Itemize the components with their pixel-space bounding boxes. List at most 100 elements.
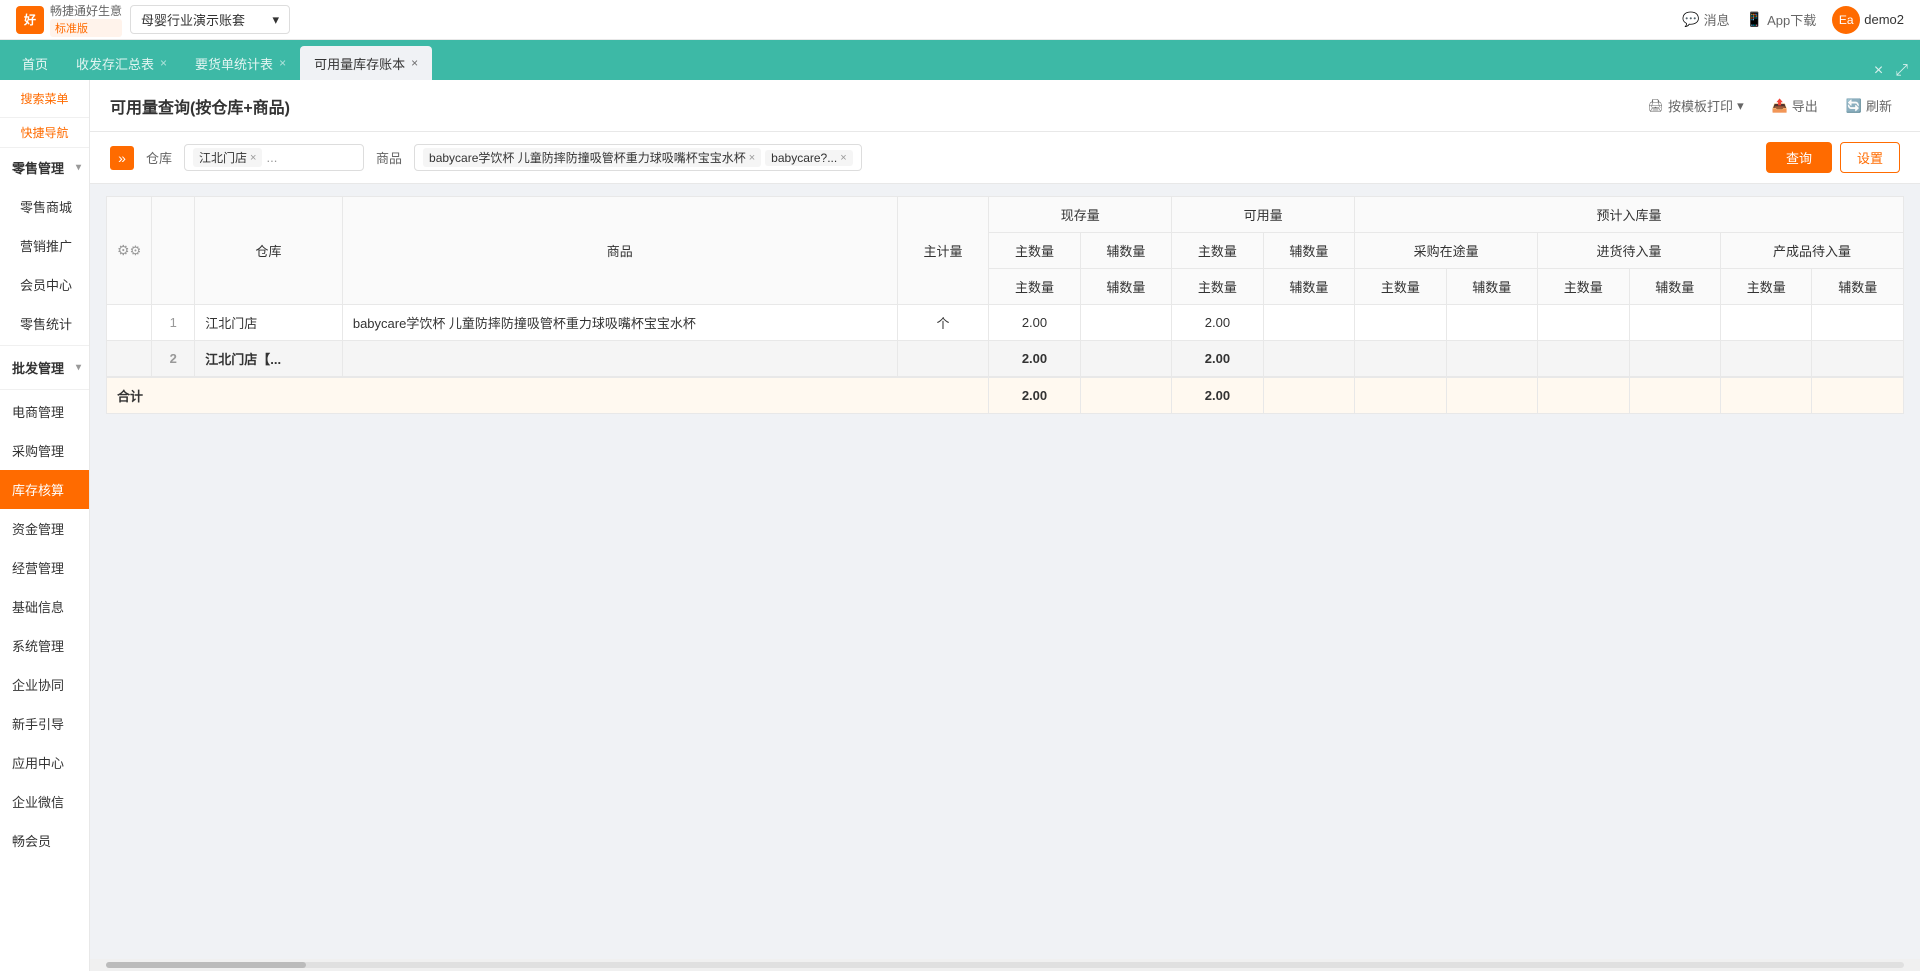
cell-pra-main-2 <box>1720 341 1811 378</box>
sidebar-item-finance[interactable]: 资金管理 <box>0 509 89 548</box>
export-btn[interactable]: 导出 <box>1764 92 1826 119</box>
close-all-tabs[interactable]: × <box>1866 62 1891 80</box>
product-tag-2-close[interactable]: × <box>840 152 846 164</box>
chevron-down-icon <box>1737 98 1744 114</box>
tab-available-stock-close[interactable]: × <box>411 56 418 70</box>
warehouse-tag-value: 江北门店 <box>199 149 247 166</box>
th-planned-inbound: 预计入库量 <box>1355 197 1904 233</box>
cell-pa-aux <box>1629 305 1720 341</box>
sidebar-item-app-center[interactable]: 应用中心 <box>0 743 89 782</box>
sidebar-item-purchase[interactable]: 采购管理 <box>0 431 89 470</box>
sidebar-search[interactable]: 搜索菜单 <box>0 80 89 118</box>
expand-tabs[interactable]: ⤢ <box>1891 62 1912 80</box>
warehouse-tag: 江北门店 × <box>193 148 262 167</box>
sidebar-quick-nav[interactable]: 快捷导航 <box>0 118 89 148</box>
cell-pa-main <box>1538 305 1629 341</box>
th-available-qty: 可用量 <box>1172 197 1355 233</box>
product-tag-1-close[interactable]: × <box>749 152 755 164</box>
logo-icon: 好 <box>16 6 44 34</box>
export-icon <box>1772 98 1788 114</box>
th-production-arriving: 产成品待入量 <box>1720 233 1903 269</box>
sidebar: 搜索菜单 快捷导航 零售管理 零售商城 营销推广 会员中心 零售统计 批发管理 <box>0 80 90 971</box>
cell-main-unit: 个 <box>897 305 988 341</box>
cell-available-aux <box>1263 305 1354 341</box>
tab-order-stats-close[interactable]: × <box>279 56 286 70</box>
sidebar-item-member-center[interactable]: 会员中心 <box>0 265 89 304</box>
sidebar-item-basic-info[interactable]: 基础信息 <box>0 587 89 626</box>
scroll-thumb[interactable] <box>106 962 306 968</box>
sidebar-item-retail-stats[interactable]: 零售统计 <box>0 304 89 343</box>
sidebar-item-new-guide[interactable]: 新手引导 <box>0 704 89 743</box>
user-name: demo2 <box>1864 12 1904 27</box>
warehouse-tag-close[interactable]: × <box>250 152 256 164</box>
th-pit-aux: 辅数量 <box>1446 269 1537 305</box>
th-cs-main: 主数量 <box>989 269 1080 305</box>
print-template-btn[interactable]: 按模板打印 <box>1640 92 1752 119</box>
nav-tabs: 首页 收发存汇总表 × 要货单统计表 × 可用量库存账本 × × ⤢ <box>0 40 1920 80</box>
app-name: 畅捷通好生意 <box>50 2 122 19</box>
sidebar-item-ecommerce[interactable]: 电商管理 <box>0 392 89 431</box>
filter-expand-btn[interactable]: » <box>110 146 134 170</box>
sidebar-item-enterprise-collab[interactable]: 企业协同 <box>0 665 89 704</box>
cell-current-main-2: 2.00 <box>989 341 1080 378</box>
cell-settings <box>107 305 152 341</box>
th-pa-main: 主数量 <box>1538 269 1629 305</box>
sidebar-item-marketing[interactable]: 营销推广 <box>0 226 89 265</box>
top-bar: 好 畅捷通好生意 标准版 母婴行业演示账套 消息 App下载 Ea demo2 <box>0 0 1920 40</box>
app-icon <box>1746 11 1763 28</box>
industry-select[interactable]: 母婴行业演示账套 <box>130 5 290 34</box>
table-row-group: 2 江北门店【... 2.00 2.00 <box>107 341 1904 378</box>
gear-icon[interactable]: ⚙ <box>117 243 141 258</box>
sidebar-item-enterprise-wechat[interactable]: 企业微信 <box>0 782 89 821</box>
cell-pit-aux-2 <box>1446 341 1537 378</box>
tab-receivables-close[interactable]: × <box>160 56 167 70</box>
cell-pa-aux-2 <box>1629 341 1720 378</box>
warehouse-dots[interactable]: ... <box>266 150 277 165</box>
refresh-icon <box>1846 98 1862 114</box>
sidebar-item-system-mgmt[interactable]: 系统管理 <box>0 626 89 665</box>
cell-warehouse-2: 江北门店【... <box>195 341 343 378</box>
sidebar-item-retail-mall[interactable]: 零售商城 <box>0 187 89 226</box>
settings-btn[interactable]: 设置 <box>1840 142 1900 173</box>
th-av-main: 主数量 <box>1172 269 1263 305</box>
tab-order-stats[interactable]: 要货单统计表 × <box>181 46 300 80</box>
sidebar-item-operations[interactable]: 经营管理 <box>0 548 89 587</box>
cell-no-2: 2 <box>152 341 195 378</box>
th-av-aux: 辅数量 <box>1263 269 1354 305</box>
sidebar-item-inventory[interactable]: 库存核算 <box>0 470 89 509</box>
content-area: 可用量查询(按仓库+商品) 按模板打印 导出 刷新 » 仓库 <box>90 80 1920 971</box>
product-input[interactable]: babycare学饮杯 儿童防摔防撞吸管杯重力球吸嘴杯宝宝水杯 × babyca… <box>414 144 862 171</box>
warehouse-label: 仓库 <box>146 148 172 167</box>
cell-current-aux-2 <box>1080 341 1171 378</box>
cell-available-main: 2.00 <box>1172 305 1263 341</box>
sidebar-item-wholesale-mgmt[interactable]: 批发管理 <box>0 348 89 387</box>
cell-warehouse: 江北门店 <box>195 305 343 341</box>
main-layout: 搜索菜单 快捷导航 零售管理 零售商城 营销推广 会员中心 零售统计 批发管理 <box>0 80 1920 971</box>
th-current-main-qty: 主数量 <box>989 233 1080 269</box>
sidebar-item-member[interactable]: 畅会员 <box>0 821 89 860</box>
product-tag-1: babycare学饮杯 儿童防摔防撞吸管杯重力球吸嘴杯宝宝水杯 × <box>423 148 761 167</box>
table-footer-row: 合计 2.00 2.00 <box>107 377 1904 414</box>
query-btn[interactable]: 查询 <box>1766 142 1832 173</box>
bottom-scrollbar[interactable] <box>90 959 1920 971</box>
print-template-label: 按模板打印 <box>1668 96 1733 115</box>
refresh-btn[interactable]: 刷新 <box>1838 92 1900 119</box>
th-product: 商品 <box>342 197 897 305</box>
page-header: 可用量查询(按仓库+商品) 按模板打印 导出 刷新 <box>90 80 1920 132</box>
app-download-action[interactable]: App下载 <box>1746 10 1817 29</box>
cell-pra-aux <box>1812 305 1904 341</box>
warehouse-input[interactable]: 江北门店 × ... <box>184 144 364 171</box>
tab-home[interactable]: 首页 <box>8 46 62 80</box>
cell-pa-main-2 <box>1538 341 1629 378</box>
tab-receivables-summary[interactable]: 收发存汇总表 × <box>62 46 181 80</box>
cell-no: 1 <box>152 305 195 341</box>
message-label: 消息 <box>1704 10 1730 29</box>
tab-available-stock[interactable]: 可用量库存账本 × <box>300 46 432 80</box>
user-area[interactable]: Ea demo2 <box>1832 6 1904 34</box>
sidebar-item-retail-mgmt[interactable]: 零售管理 <box>0 148 89 187</box>
footer-pra-aux <box>1812 377 1904 414</box>
refresh-label: 刷新 <box>1866 96 1892 115</box>
page-title: 可用量查询(按仓库+商品) <box>110 94 290 118</box>
table-wrapper: ⚙ 仓库 商品 主计量 现存量 可用量 预计入库量 主数量 辅数量 主数量 <box>90 184 1920 959</box>
message-action[interactable]: 消息 <box>1682 10 1729 29</box>
